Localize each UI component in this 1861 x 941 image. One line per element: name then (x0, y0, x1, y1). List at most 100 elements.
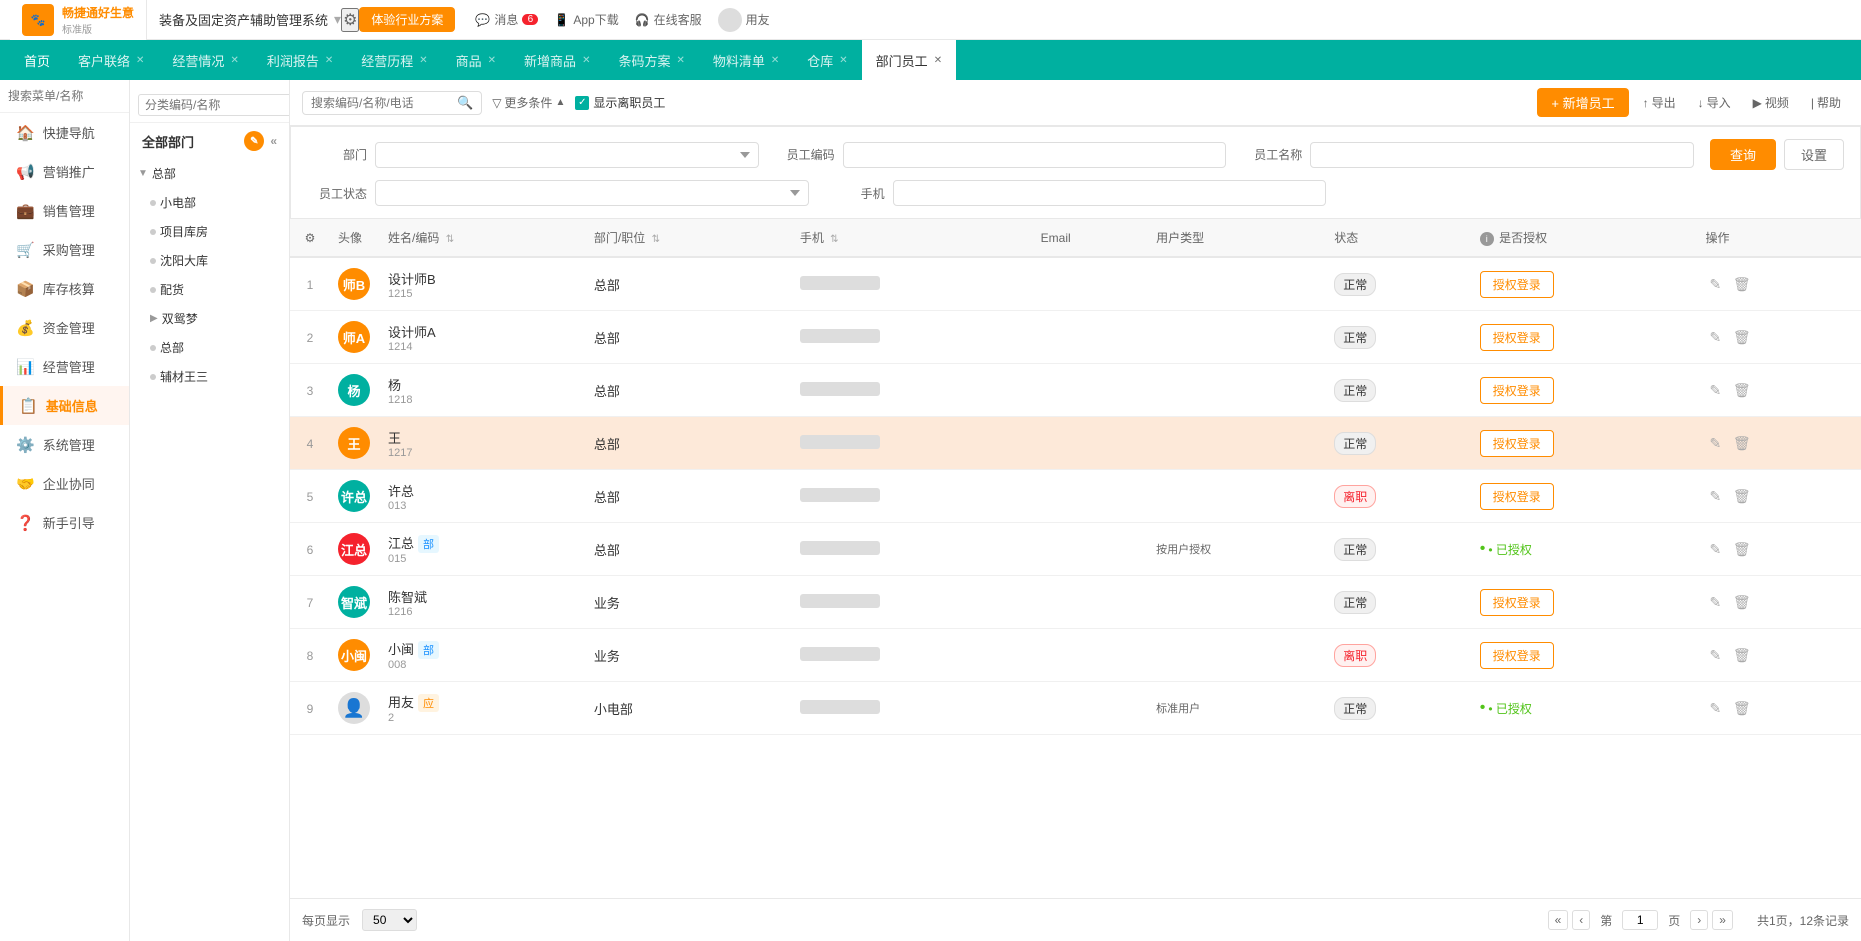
filter-empcode-input[interactable] (843, 142, 1227, 168)
delete-button[interactable]: 🗑 (1729, 433, 1755, 454)
tab-profit[interactable]: 利润报告 ✕ (253, 40, 347, 80)
dept-node-shuangyuanmeng[interactable]: ▶ 双鸳梦 (130, 304, 289, 333)
delete-button[interactable]: 🗑 (1729, 592, 1755, 613)
auth-info-icon[interactable]: i (1480, 232, 1494, 246)
reset-button[interactable]: 设置 (1784, 139, 1844, 170)
sidebar-item-collab[interactable]: 🤝 企业协同 (0, 464, 129, 503)
delete-button[interactable]: 🗑 (1729, 380, 1755, 401)
dept-add-icon[interactable]: ✎ (244, 131, 264, 151)
sidebar-item-system[interactable]: ⚙️ 系统管理 (0, 425, 129, 464)
sidebar-item-quick-nav[interactable]: 🏠 快捷导航 (0, 113, 129, 152)
dept-node-peihuo[interactable]: 配货 (130, 275, 289, 304)
show-resigned-toggle[interactable]: ✓ 显示离职员工 (575, 94, 665, 111)
delete-button[interactable]: 🗑 (1729, 327, 1755, 348)
tab-barcode[interactable]: 条码方案 ✕ (604, 40, 698, 80)
dropdown-icon[interactable]: ▾ (334, 11, 341, 28)
page-size-select[interactable]: 50 100 200 (362, 909, 417, 931)
sidebar-item-sales[interactable]: 💼 销售管理 (0, 191, 129, 230)
auth-login-button[interactable]: 授权登录 (1480, 589, 1554, 616)
edit-button[interactable]: ✎ (1706, 698, 1726, 719)
user-menu-button[interactable]: 用友 (718, 8, 770, 32)
edit-button[interactable]: ✎ (1706, 433, 1726, 454)
view-button[interactable]: ▶ 视频 (1745, 90, 1797, 115)
page-input[interactable] (1622, 910, 1658, 930)
more-filters-button[interactable]: ▽ 更多条件 ▲ (492, 94, 565, 111)
dept-node-puzhu[interactable]: 辅材王三 (130, 362, 289, 391)
auth-login-button[interactable]: 授权登录 (1480, 377, 1554, 404)
emp-search-input[interactable] (311, 96, 451, 110)
sidebar-item-inventory[interactable]: 📦 库存核算 (0, 269, 129, 308)
prev-page-button[interactable]: ‹ (1572, 910, 1590, 930)
th-dept[interactable]: 部门/职位 ⇅ (586, 219, 792, 257)
sidebar-item-operation[interactable]: 📊 经营管理 (0, 347, 129, 386)
auth-login-button[interactable]: 授权登录 (1480, 642, 1554, 669)
trial-button[interactable]: 体验行业方案 (359, 7, 455, 32)
delete-button[interactable]: 🗑 (1729, 539, 1755, 560)
materials-tab-close[interactable]: ✕ (771, 55, 779, 66)
dept-node-xiaodian[interactable]: 小电部 (130, 188, 289, 217)
delete-button[interactable]: 🗑 (1729, 645, 1755, 666)
last-page-button[interactable]: » (1712, 910, 1733, 930)
filter-dept-select[interactable] (375, 142, 759, 168)
edit-button[interactable]: ✎ (1706, 380, 1726, 401)
filter-empname-input[interactable] (1310, 142, 1694, 168)
sidebar-search-input[interactable] (8, 89, 130, 103)
add-employee-button[interactable]: + 新增员工 (1537, 88, 1628, 117)
delete-button[interactable]: 🗑 (1729, 698, 1755, 719)
filter-status-select[interactable] (375, 180, 809, 206)
finance-status-tab-close[interactable]: ✕ (230, 55, 238, 66)
edit-button[interactable]: ✎ (1706, 327, 1726, 348)
edit-button[interactable]: ✎ (1706, 645, 1726, 666)
profit-tab-close[interactable]: ✕ (325, 55, 333, 66)
edit-button[interactable]: ✎ (1706, 539, 1726, 560)
next-page-button[interactable]: › (1690, 910, 1708, 930)
dept-node-zongbu-root[interactable]: ▼ 总部 (130, 159, 289, 188)
online-service-button[interactable]: 🎧 在线客服 (635, 11, 702, 28)
help-button[interactable]: | 帮助 (1803, 90, 1849, 115)
tab-materials[interactable]: 物料清单 ✕ (699, 40, 793, 80)
dept-collapse-btn[interactable]: « (270, 134, 277, 148)
tab-warehouse[interactable]: 仓库 ✕ (793, 40, 861, 80)
sidebar-item-finance[interactable]: 💰 资金管理 (0, 308, 129, 347)
message-button[interactable]: 💬 消息 6 (475, 11, 538, 28)
dept-node-xiangmu[interactable]: 项目库房 (130, 217, 289, 246)
app-download-button[interactable]: 📱 App下载 (554, 11, 618, 28)
edit-button[interactable]: ✎ (1706, 486, 1726, 507)
sidebar-item-basic[interactable]: 📋 基础信息 (0, 386, 129, 425)
first-page-button[interactable]: « (1548, 910, 1569, 930)
goods-tab-close[interactable]: ✕ (488, 55, 496, 66)
delete-button[interactable]: 🗑 (1729, 274, 1755, 295)
auth-login-button[interactable]: 授权登录 (1480, 430, 1554, 457)
edit-button[interactable]: ✎ (1706, 274, 1726, 295)
export-button[interactable]: ↑ 导出 (1635, 90, 1684, 115)
auth-login-button[interactable]: 授权登录 (1480, 483, 1554, 510)
th-phone[interactable]: 手机 ⇅ (792, 219, 1033, 257)
warehouse-tab-close[interactable]: ✕ (839, 55, 847, 66)
dept-node-zongbu2[interactable]: 总部 (130, 333, 289, 362)
add-goods-tab-close[interactable]: ✕ (582, 55, 590, 66)
history-tab-close[interactable]: ✕ (419, 55, 427, 66)
tab-customer[interactable]: 客户联络 ✕ (64, 40, 158, 80)
tab-goods[interactable]: 商品 ✕ (442, 40, 510, 80)
tab-department[interactable]: 部门员工 ✕ (862, 40, 956, 80)
dept-search-input[interactable] (138, 94, 290, 116)
tab-finance-status[interactable]: 经营情况 ✕ (158, 40, 252, 80)
edit-button[interactable]: ✎ (1706, 592, 1726, 613)
customer-tab-close[interactable]: ✕ (136, 55, 144, 66)
department-tab-close[interactable]: ✕ (934, 55, 942, 66)
sidebar-item-marketing[interactable]: 📢 营销推广 (0, 152, 129, 191)
th-settings[interactable]: ⚙ (290, 219, 330, 257)
th-name[interactable]: 姓名/编码 ⇅ (380, 219, 586, 257)
filter-phone-input[interactable] (893, 180, 1327, 206)
query-button[interactable]: 查询 (1710, 139, 1776, 170)
auth-login-button[interactable]: 授权登录 (1480, 324, 1554, 351)
tab-add-goods[interactable]: 新增商品 ✕ (510, 40, 604, 80)
sidebar-item-guide[interactable]: ❓ 新手引导 (0, 503, 129, 542)
delete-button[interactable]: 🗑 (1729, 486, 1755, 507)
sidebar-item-purchase[interactable]: 🛒 采购管理 (0, 230, 129, 269)
tab-history[interactable]: 经营历程 ✕ (347, 40, 441, 80)
tab-home[interactable]: 首页 (10, 40, 64, 80)
dept-node-shenyang[interactable]: 沈阳大库 (130, 246, 289, 275)
settings-button[interactable]: ⚙ (341, 8, 359, 32)
import-button[interactable]: ↓ 导入 (1690, 90, 1739, 115)
